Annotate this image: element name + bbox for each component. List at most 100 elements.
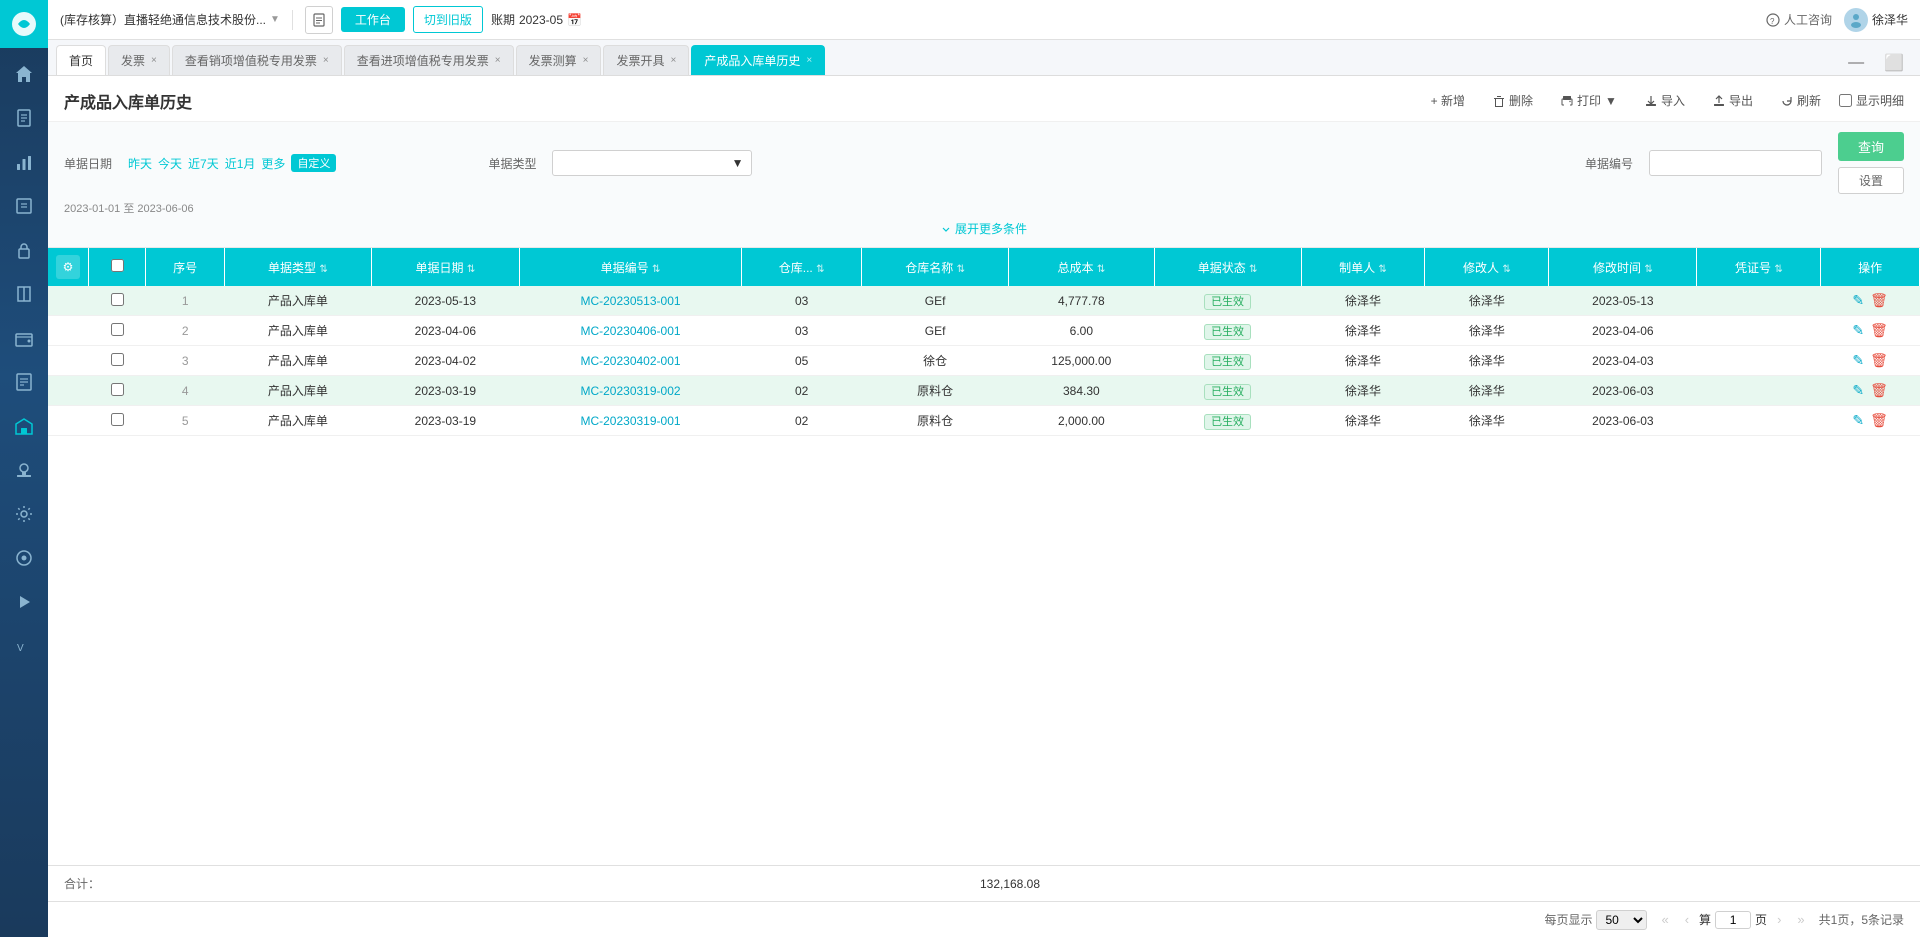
delete-button[interactable]: 删除 (1483, 88, 1543, 113)
sidebar-item-version[interactable]: V (0, 624, 48, 668)
support-button[interactable]: ? 人工咨询 (1766, 11, 1832, 28)
col-modifier[interactable]: 修改人 ⇅ (1425, 248, 1549, 286)
row-checkbox[interactable] (111, 293, 124, 306)
cell-checkbox[interactable] (89, 316, 146, 346)
user-menu[interactable]: 徐泽华 (1844, 8, 1908, 32)
tab-purchase-vat-close[interactable]: × (495, 55, 501, 66)
sidebar-item-wallet[interactable] (0, 316, 48, 360)
minimize-button[interactable]: — (1840, 52, 1872, 74)
cell-checkbox[interactable] (89, 406, 146, 436)
sidebar-item-config[interactable] (0, 492, 48, 536)
col-creator[interactable]: 制单人 ⇅ (1301, 248, 1425, 286)
tab-sales-vat-close[interactable]: × (323, 55, 329, 66)
col-status[interactable]: 单据状态 ⇅ (1154, 248, 1301, 286)
set-button[interactable]: 设置 (1838, 167, 1904, 194)
col-total-cost[interactable]: 总成本 ⇅ (1009, 248, 1155, 286)
last-page-button[interactable]: » (1791, 910, 1810, 929)
edit-icon[interactable]: ✎ (1852, 382, 1864, 399)
per-page-selector[interactable]: 每页显示 20 50 100 (1544, 910, 1647, 930)
prev-page-button[interactable]: ‹ (1679, 910, 1695, 929)
row-checkbox[interactable] (111, 383, 124, 396)
cell-checkbox[interactable] (89, 346, 146, 376)
sidebar-item-home[interactable] (0, 52, 48, 96)
tab-home[interactable]: 首页 (56, 45, 106, 75)
row-checkbox[interactable] (111, 413, 124, 426)
col-settings[interactable]: ⚙ (48, 248, 89, 286)
sidebar-item-stamp[interactable] (0, 448, 48, 492)
switch-version-button[interactable]: 切到旧版 (413, 6, 483, 33)
show-detail-checkbox[interactable] (1839, 94, 1852, 107)
sidebar-item-report[interactable] (0, 184, 48, 228)
shortcut-7days[interactable]: 近7天 (188, 155, 219, 172)
tab-open-close[interactable]: × (670, 55, 676, 66)
edit-icon[interactable]: ✎ (1852, 352, 1864, 369)
period-selector[interactable]: 账期 2023-05 📅 (491, 11, 582, 28)
col-voucher[interactable]: 凭证号 ⇅ (1697, 248, 1821, 286)
tab-sales-vat[interactable]: 查看销项增值税专用发票 × (172, 45, 342, 75)
tab-calc-close[interactable]: × (583, 55, 589, 66)
delete-icon[interactable]: 🗑 (1870, 382, 1888, 399)
edit-icon[interactable]: ✎ (1852, 412, 1864, 429)
new-button[interactable]: + 新增 (1421, 88, 1475, 113)
cell-code[interactable]: MC-20230402-001 (519, 346, 741, 376)
sidebar-item-document[interactable] (0, 96, 48, 140)
settings-col-icon[interactable]: ⚙ (56, 255, 80, 279)
cell-checkbox[interactable] (89, 376, 146, 406)
sidebar-item-invoice[interactable] (0, 360, 48, 404)
shortcut-1month[interactable]: 近1月 (225, 155, 256, 172)
edit-icon[interactable]: ✎ (1852, 322, 1864, 339)
workspace-button[interactable]: 工作台 (341, 7, 405, 32)
select-all-checkbox[interactable] (111, 259, 124, 272)
col-type[interactable]: 单据类型 ⇅ (224, 248, 371, 286)
row-checkbox[interactable] (111, 323, 124, 336)
delete-icon[interactable]: 🗑 (1870, 322, 1888, 339)
show-detail-toggle[interactable]: 显示明细 (1839, 92, 1904, 109)
code-input[interactable] (1649, 150, 1822, 176)
col-warehouse-code[interactable]: 仓库... ⇅ (742, 248, 862, 286)
cell-code[interactable]: MC-20230319-001 (519, 406, 741, 436)
delete-icon[interactable]: 🗑 (1870, 352, 1888, 369)
expand-more-button[interactable]: 展开更多条件 (64, 220, 1904, 237)
shortcut-custom[interactable]: 自定义 (291, 154, 336, 172)
cell-code[interactable]: MC-20230319-002 (519, 376, 741, 406)
sidebar-item-chart[interactable] (0, 140, 48, 184)
row-checkbox[interactable] (111, 353, 124, 366)
tab-invoice[interactable]: 发票 × (108, 45, 170, 75)
print-button[interactable]: 打印 ▼ (1551, 88, 1627, 113)
col-warehouse-name[interactable]: 仓库名称 ⇅ (862, 248, 1009, 286)
shortcut-today[interactable]: 今天 (158, 155, 182, 172)
sidebar-item-settings[interactable] (0, 536, 48, 580)
type-select[interactable]: ▼ (552, 150, 752, 176)
tab-purchase-vat[interactable]: 查看进项增值税专用发票 × (344, 45, 514, 75)
next-page-button[interactable]: › (1771, 910, 1787, 929)
edit-icon[interactable]: ✎ (1852, 292, 1864, 309)
tab-open[interactable]: 发票开具 × (603, 45, 689, 75)
shortcut-more[interactable]: 更多 (261, 155, 285, 172)
export-button[interactable]: 导出 (1703, 88, 1763, 113)
page-input[interactable] (1715, 911, 1751, 929)
query-button[interactable]: 查询 (1838, 132, 1904, 161)
tab-product-history[interactable]: 产成品入库单历史 × (691, 45, 825, 75)
tab-invoice-close[interactable]: × (151, 55, 157, 66)
tab-product-history-close[interactable]: × (806, 55, 812, 66)
col-date[interactable]: 单据日期 ⇅ (371, 248, 519, 286)
delete-icon[interactable]: 🗑 (1870, 412, 1888, 429)
cell-code[interactable]: MC-20230513-001 (519, 286, 741, 316)
sidebar-item-book[interactable] (0, 272, 48, 316)
tab-calc[interactable]: 发票测算 × (516, 45, 602, 75)
delete-icon[interactable]: 🗑 (1870, 292, 1888, 309)
cell-code[interactable]: MC-20230406-001 (519, 316, 741, 346)
col-modify-time[interactable]: 修改时间 ⇅ (1549, 248, 1697, 286)
sidebar-item-warehouse[interactable] (0, 404, 48, 448)
import-button[interactable]: 导入 (1635, 88, 1695, 113)
cell-checkbox[interactable] (89, 286, 146, 316)
col-code[interactable]: 单据编号 ⇅ (519, 248, 741, 286)
first-page-button[interactable]: « (1655, 910, 1674, 929)
per-page-select[interactable]: 20 50 100 (1596, 910, 1647, 930)
shortcut-yesterday[interactable]: 昨天 (128, 155, 152, 172)
doc-icon[interactable] (305, 6, 333, 34)
company-selector[interactable]: (库存核算）直播轻绝通信息技术股份... ▼ (60, 11, 280, 28)
refresh-button[interactable]: 刷新 (1771, 88, 1831, 113)
sidebar-item-play[interactable] (0, 580, 48, 624)
sidebar-item-lock[interactable] (0, 228, 48, 272)
